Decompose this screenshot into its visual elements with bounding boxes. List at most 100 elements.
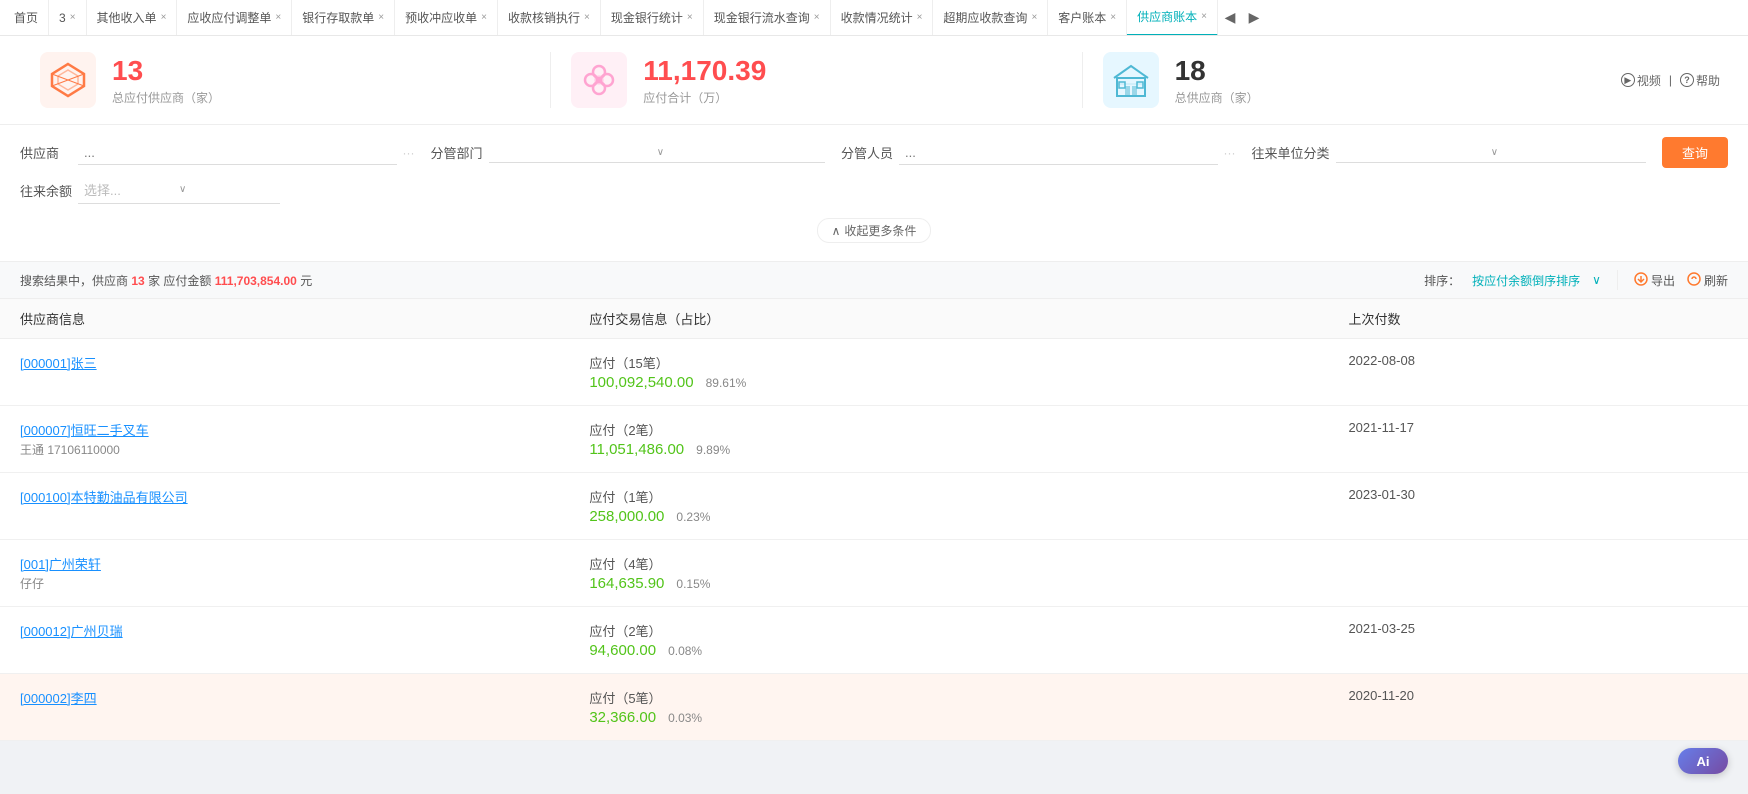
nav-tab-collection-close[interactable]: × xyxy=(584,12,590,23)
category-filter-label: 往来单位分类 xyxy=(1252,143,1330,162)
collapse-row: ∧ 收起更多条件 xyxy=(20,212,1728,249)
video-link[interactable]: 视频 xyxy=(1637,72,1661,89)
stat-item-suppliers-payable: 13 总应付供应商（家） xyxy=(20,52,551,108)
table-row: [001]广州荣轩 仔仔 应付（4笔） 164,635.90 0.15% xyxy=(0,540,1748,607)
supplier-filter-label: 供应商 xyxy=(20,143,72,162)
nav-next-arrow[interactable]: ▶ xyxy=(1242,0,1266,36)
nav-tab-overdue-ar[interactable]: 超期应收款查询 × xyxy=(933,0,1048,36)
nav-tab-bank-deposit-close[interactable]: × xyxy=(378,12,384,23)
transaction-info-3: 应付（4笔） 164,635.90 0.15% xyxy=(589,554,1348,592)
supplier-link-5[interactable]: [000002]李四 xyxy=(20,688,589,707)
transaction-amount-5[interactable]: 32,366.00 xyxy=(589,709,656,726)
collapse-button[interactable]: ∧ 收起更多条件 xyxy=(817,218,932,243)
supplier-link-4[interactable]: [000012]广州贝瑞 xyxy=(20,621,589,640)
transaction-amount-row-1: 11,051,486.00 9.89% xyxy=(589,441,1348,458)
nav-tab-customer-ledger-label: 客户账本 xyxy=(1058,9,1106,26)
nav-tab-collection-stat[interactable]: 收款情况统计 × xyxy=(831,0,934,36)
collapse-icon: ∧ xyxy=(832,224,841,238)
transaction-amount-3[interactable]: 164,635.90 xyxy=(589,575,664,592)
nav-tab-ar-ap-adjust-close[interactable]: × xyxy=(275,12,281,23)
filter-row-2: 往来余额 选择... ∨ xyxy=(20,176,1728,204)
stat-number-payable-total: 11,170.39 xyxy=(643,54,766,88)
balance-filter-select[interactable]: 选择... ∨ xyxy=(78,176,280,204)
transaction-info-2: 应付（1笔） 258,000.00 0.23% xyxy=(589,487,1348,525)
nav-tab-supplier-ledger[interactable]: 供应商账本 × xyxy=(1127,0,1218,36)
col-header-lastpay: 上次付数 xyxy=(1348,309,1728,328)
top-nav: 首页 3 × 其他收入单 × 应收应付调整单 × 银行存取款单 × 预收冲应收单… xyxy=(0,0,1748,36)
query-button[interactable]: 查询 xyxy=(1662,137,1728,168)
stat-content-suppliers-payable: 13 总应付供应商（家） xyxy=(112,54,220,107)
filter-row-1: 供应商 ··· 分管部门 ∨ 分管人员 ··· 往来单位分类 ∨ 查询 xyxy=(20,137,1728,168)
nav-tab-prepayment[interactable]: 预收冲应收单 × xyxy=(395,0,498,36)
nav-tab-cashbank-stat[interactable]: 现金银行统计 × xyxy=(601,0,704,36)
transaction-amount-4[interactable]: 94,600.00 xyxy=(589,642,656,659)
nav-tab-3[interactable]: 3 × xyxy=(49,0,87,36)
nav-tab-3-close[interactable]: × xyxy=(70,12,76,23)
dept-filter-select[interactable]: ∨ xyxy=(489,143,825,163)
transaction-info-1: 应付（2笔） 11,051,486.00 9.89% xyxy=(589,420,1348,458)
supplier-sub-1: 王通 17106110000 xyxy=(20,441,589,458)
col-header-transaction: 应付交易信息（占比） xyxy=(589,309,1348,328)
transaction-label-1: 应付（2笔） xyxy=(589,420,1348,439)
refresh-button[interactable]: 刷新 xyxy=(1687,272,1728,289)
export-icon xyxy=(1634,272,1648,289)
stat-number-suppliers-payable: 13 xyxy=(112,54,220,88)
nav-tab-ar-ap-adjust[interactable]: 应收应付调整单 × xyxy=(177,0,292,36)
category-filter-select[interactable]: ∨ xyxy=(1336,143,1646,163)
divider-1 xyxy=(1617,270,1618,290)
supplier-link-1[interactable]: [000007]恒旺二手叉车 xyxy=(20,420,589,439)
nav-tab-customer-ledger[interactable]: 客户账本 × xyxy=(1048,0,1127,36)
balance-filter-placeholder: 选择... xyxy=(84,180,179,199)
sort-arrow-icon: ∨ xyxy=(1592,273,1601,287)
transaction-pct-4: 0.08% xyxy=(668,644,702,658)
transaction-info-4: 应付（2笔） 94,600.00 0.08% xyxy=(589,621,1348,659)
supplier-filter-input[interactable] xyxy=(78,141,397,165)
nav-tab-cashbank-flow-close[interactable]: × xyxy=(814,12,820,23)
sort-label: 排序： xyxy=(1424,272,1460,289)
nav-tab-cashbank-flow[interactable]: 现金银行流水查询 × xyxy=(704,0,831,36)
supplier-link-0[interactable]: [000001]张三 xyxy=(20,353,589,372)
nav-prev-arrow[interactable]: ◀ xyxy=(1218,0,1242,36)
result-supplier-count: 13 xyxy=(131,274,144,288)
supplier-link-2[interactable]: [000100]本特勤油品有限公司 xyxy=(20,487,589,506)
category-filter-arrow: ∨ xyxy=(1491,147,1640,158)
transaction-pct-1: 9.89% xyxy=(696,443,730,457)
refresh-label: 刷新 xyxy=(1704,272,1728,289)
sort-value[interactable]: 按应付余额倒序排序 xyxy=(1472,272,1580,289)
col-header-supplier: 供应商信息 xyxy=(20,309,589,328)
help-link[interactable]: 帮助 xyxy=(1696,72,1720,89)
nav-tab-collection[interactable]: 收款核销执行 × xyxy=(498,0,601,36)
nav-tab-cashbank-stat-close[interactable]: × xyxy=(687,12,693,23)
transaction-amount-1[interactable]: 11,051,486.00 xyxy=(589,441,684,458)
transaction-info-0: 应付（15笔） 100,092,540.00 89.61% xyxy=(589,353,1348,391)
transaction-amount-2[interactable]: 258,000.00 xyxy=(589,508,664,525)
supplier-link-3[interactable]: [001]广州荣轩 xyxy=(20,554,589,573)
nav-tab-home-label: 首页 xyxy=(14,9,38,26)
last-pay-date-4: 2021-03-25 xyxy=(1348,621,1415,636)
nav-tab-collection-stat-close[interactable]: × xyxy=(917,12,923,23)
nav-tab-other-income[interactable]: 其他收入单 × xyxy=(87,0,178,36)
stat-label-total-suppliers: 总供应商（家） xyxy=(1175,89,1259,106)
last-pay-date-0: 2022-08-08 xyxy=(1348,353,1415,368)
supplier-cell-2: [000100]本特勤油品有限公司 xyxy=(20,487,589,525)
result-summary: 搜索结果中，供应商 13 家 应付金额 111,703,854.00 元 xyxy=(20,272,312,289)
refresh-icon xyxy=(1687,272,1701,289)
nav-tab-customer-ledger-close[interactable]: × xyxy=(1110,12,1116,23)
supplier-cell-4: [000012]广州贝瑞 xyxy=(20,621,589,659)
nav-tab-supplier-ledger-close[interactable]: × xyxy=(1201,11,1207,22)
nav-tab-prepayment-close[interactable]: × xyxy=(481,12,487,23)
export-button[interactable]: 导出 xyxy=(1634,272,1675,289)
nav-tab-bank-deposit[interactable]: 银行存取款单 × xyxy=(292,0,395,36)
transaction-label-5: 应付（5笔） xyxy=(589,688,1348,707)
nav-tab-other-income-close[interactable]: × xyxy=(161,12,167,23)
table-row: [000012]广州贝瑞 应付（2笔） 94,600.00 0.08% 2021… xyxy=(0,607,1748,674)
transaction-label-4: 应付（2笔） xyxy=(589,621,1348,640)
filter-person: 分管人员 ··· xyxy=(841,141,1236,165)
nav-tab-home[interactable]: 首页 xyxy=(4,0,49,36)
right-actions: 排序： 按应付余额倒序排序 ∨ 导出 刷新 xyxy=(1424,270,1728,290)
transaction-label-3: 应付（4笔） xyxy=(589,554,1348,573)
ai-badge[interactable]: Ai xyxy=(1678,748,1728,774)
nav-tab-overdue-ar-close[interactable]: × xyxy=(1031,12,1037,23)
transaction-amount-0[interactable]: 100,092,540.00 xyxy=(589,374,693,391)
person-filter-input[interactable] xyxy=(899,141,1217,165)
